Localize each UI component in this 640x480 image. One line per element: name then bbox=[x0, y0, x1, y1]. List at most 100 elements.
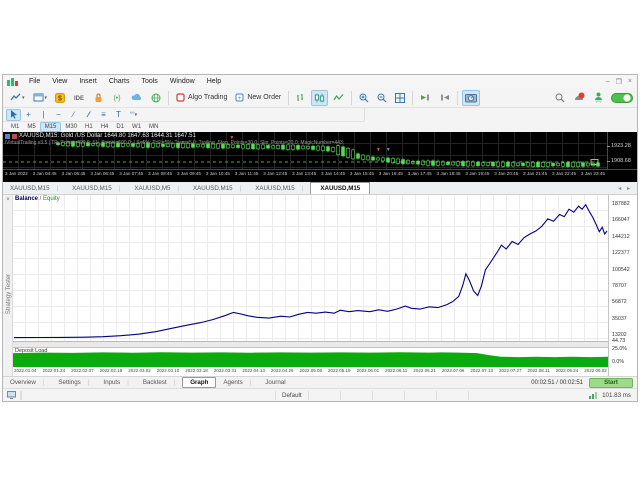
legend-balance: Balance bbox=[15, 196, 39, 202]
timeframe-m1[interactable]: M1 bbox=[7, 122, 23, 132]
menu-charts[interactable]: Charts bbox=[103, 78, 136, 85]
tester-tab-graph[interactable]: Graph bbox=[182, 377, 217, 388]
chart-tab[interactable]: XAUUSD,M15 | bbox=[248, 183, 310, 194]
vertical-line-tool-button[interactable]: | bbox=[36, 109, 51, 121]
chart-tab[interactable]: XAUUSD,M5 | bbox=[127, 183, 186, 194]
trendline-tool-button[interactable]: ∕ bbox=[66, 109, 81, 121]
community-button[interactable] bbox=[148, 90, 164, 106]
axis-value-label: 78707 bbox=[612, 283, 627, 289]
tester-close-button[interactable]: × bbox=[4, 196, 12, 204]
timeframe-mn[interactable]: MN bbox=[145, 122, 162, 132]
connection-latency[interactable]: 101.83 ms bbox=[589, 391, 637, 399]
tester-tab-bar: Overview | Settings | Inputs | Backtest | Graph A… bbox=[3, 376, 637, 388]
tester-elapsed-time: 00:02:51 / 00:02:51 bbox=[531, 379, 583, 386]
menu-view[interactable]: View bbox=[46, 78, 73, 85]
chart-date-label: 3 Jan 10:45 bbox=[205, 171, 230, 176]
balance-line bbox=[13, 203, 608, 339]
tester-side-strip: × Strategy Tester bbox=[3, 195, 13, 388]
arrows-tool-button[interactable]: °° ▾ bbox=[126, 109, 141, 121]
candles-mode-button[interactable] bbox=[311, 89, 329, 106]
horizontal-line-tool-button[interactable]: − bbox=[51, 109, 66, 121]
algo-trading-button[interactable]: Algo Trading bbox=[173, 90, 230, 106]
chart-style-button[interactable]: ▾ bbox=[7, 90, 28, 106]
deposit-load-graph[interactable]: Deposit Load bbox=[13, 348, 608, 367]
zoom-out-button[interactable] bbox=[374, 90, 390, 106]
chart-shift-button[interactable] bbox=[436, 90, 453, 106]
auto-scroll-button[interactable] bbox=[417, 90, 434, 106]
vertical-line-icon: | bbox=[42, 110, 45, 119]
quotes-button[interactable]: $ bbox=[52, 90, 68, 106]
menu-window[interactable]: Window bbox=[164, 78, 201, 85]
channel-tool-button[interactable]: ∕∕ bbox=[81, 109, 96, 121]
cloud-button[interactable] bbox=[128, 90, 146, 106]
bars-mode-button[interactable] bbox=[293, 90, 309, 106]
graph-date-label: 2022.06.21 bbox=[413, 368, 436, 373]
zoom-in-icon bbox=[359, 93, 369, 102]
tab-separator: | bbox=[239, 185, 242, 192]
cursor-tool-button[interactable] bbox=[6, 108, 21, 121]
profile-indicator[interactable]: Default bbox=[276, 390, 309, 400]
text-tool-button[interactable]: T bbox=[111, 109, 126, 121]
chart-tab[interactable]: XAUUSD,M15 | bbox=[186, 183, 248, 194]
strategy-tester-button[interactable] bbox=[462, 89, 481, 106]
zoom-in-button[interactable] bbox=[356, 90, 372, 106]
menu-insert[interactable]: Insert bbox=[73, 78, 103, 85]
timeframe-w1[interactable]: W1 bbox=[128, 122, 145, 132]
crosshair-tool-button[interactable]: + bbox=[21, 109, 36, 121]
tester-tab-agents[interactable]: Agents | bbox=[216, 378, 258, 387]
market-depth-button[interactable]: (•) bbox=[108, 90, 126, 106]
tab-scroll-arrows[interactable]: ◂ ▸ bbox=[618, 185, 637, 194]
tester-tab-settings[interactable]: Settings | bbox=[51, 378, 96, 387]
timeframe-h4[interactable]: H4 bbox=[97, 122, 113, 132]
tab-separator: | bbox=[301, 185, 304, 192]
timeframe-h1[interactable]: H1 bbox=[81, 122, 97, 132]
restore-button[interactable]: ❐ bbox=[616, 78, 622, 86]
line-mode-button[interactable] bbox=[330, 90, 347, 106]
tester-tab-inputs[interactable]: Inputs | bbox=[96, 378, 135, 387]
new-chart-button[interactable]: ▾ bbox=[30, 90, 51, 106]
new-order-button[interactable]: + New Order bbox=[232, 90, 284, 106]
notifications-button[interactable] bbox=[570, 90, 588, 106]
time-scale[interactable]: 3 Jan 2022 3 Jan 04:45 3 Jan 05:45 3 Jan 06… bbox=[3, 171, 607, 176]
graph-date-label: 2022.08.24 bbox=[555, 368, 579, 373]
vps-button[interactable]: VPS bbox=[590, 90, 606, 106]
minimize-button[interactable]: – bbox=[606, 78, 610, 86]
tab-separator: | bbox=[249, 379, 252, 386]
new-chart-icon bbox=[33, 93, 44, 102]
timeframe-d1[interactable]: D1 bbox=[112, 122, 128, 132]
menu-file[interactable]: File bbox=[23, 78, 46, 85]
balance-graph[interactable]: Balance / Equity bbox=[13, 195, 608, 342]
chart-tab[interactable]: XAUUSD,M15 | bbox=[65, 183, 127, 194]
connection-toggle[interactable] bbox=[608, 90, 636, 106]
tester-tab-backtest[interactable]: Backtest | bbox=[136, 378, 182, 387]
padlock-icon bbox=[95, 93, 102, 102]
close-button[interactable]: × bbox=[628, 78, 632, 86]
algo-trading-label: Algo Trading bbox=[188, 94, 228, 101]
fibonacci-tool-button[interactable]: ≡ bbox=[96, 109, 111, 121]
timeframe-m15[interactable]: M15 bbox=[39, 122, 62, 132]
tester-tab-journal[interactable]: Journal bbox=[258, 378, 292, 387]
metaeditor-button[interactable]: IDE bbox=[70, 90, 88, 106]
chart-tab[interactable]: XAUUSD,M15 | bbox=[3, 183, 65, 194]
monitor-icon bbox=[7, 391, 16, 399]
chart-tab-active[interactable]: XAUUSD,M15 bbox=[310, 182, 371, 194]
channel-icon: ∕∕ bbox=[88, 110, 89, 119]
tester-tab-overview[interactable]: Overview | bbox=[3, 378, 51, 387]
load-axis-label: 0.0% bbox=[612, 359, 625, 365]
menu-tools[interactable]: Tools bbox=[135, 78, 163, 85]
axis-value-label: 35037 bbox=[612, 315, 627, 322]
price-chart[interactable]: ▼ ▼ ▼ XAUUSD,M15: Gold /US Dollar 1644.80 … bbox=[3, 132, 637, 182]
lock-button[interactable] bbox=[90, 90, 106, 106]
graph-date-label: 2022.09.02 bbox=[584, 368, 607, 373]
start-button[interactable]: Start bbox=[589, 377, 633, 388]
timeframe-m30[interactable]: M30 bbox=[61, 122, 81, 132]
toolbar-separator bbox=[288, 90, 290, 105]
status-empty-cell bbox=[405, 390, 437, 400]
chart-tab-bar: XAUUSD,M15 | XAUUSD,M15 | XAUUSD,M5 | XAUUSD,M… bbox=[3, 182, 637, 195]
timeframe-m5[interactable]: M5 bbox=[23, 122, 39, 132]
chart-date-label: 3 Jan 18:45 bbox=[436, 171, 461, 176]
menu-help[interactable]: Help bbox=[201, 78, 227, 85]
tab-separator: | bbox=[118, 185, 121, 192]
tile-windows-button[interactable] bbox=[392, 90, 408, 106]
search-button[interactable] bbox=[552, 90, 568, 106]
